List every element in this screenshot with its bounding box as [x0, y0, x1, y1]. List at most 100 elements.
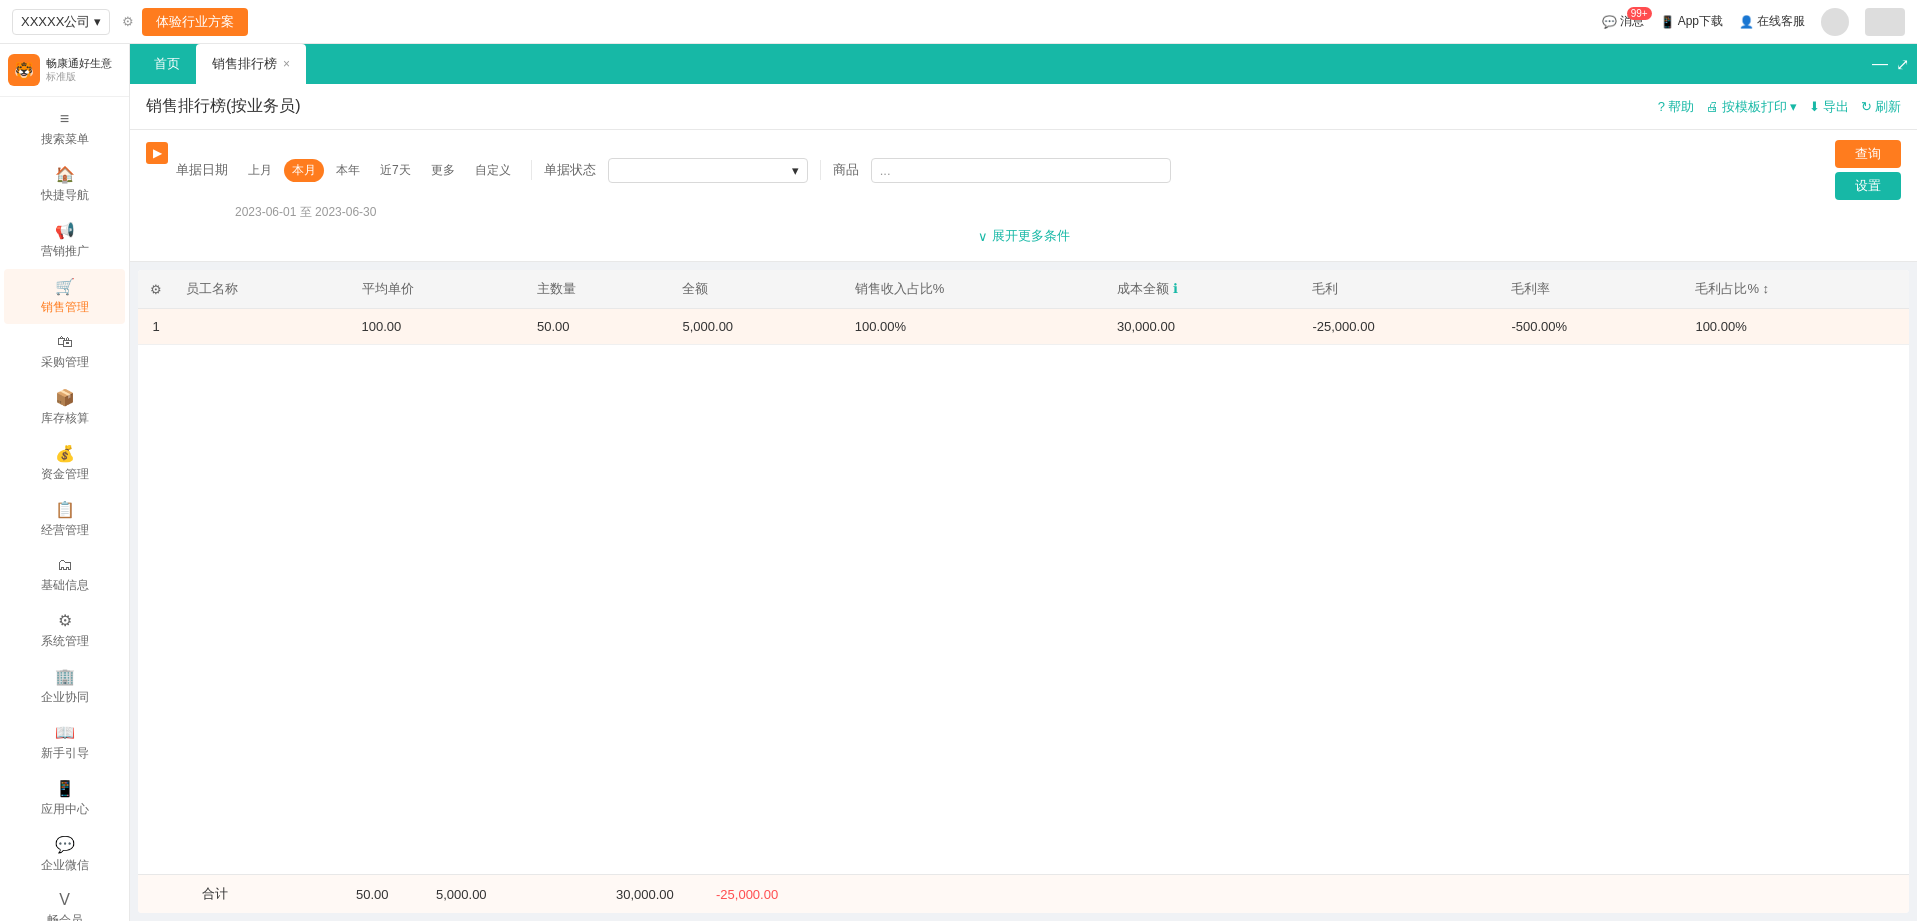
refresh-icon: ↻	[1861, 99, 1872, 114]
home-icon: 🏠	[55, 165, 75, 184]
logo-icon: 🐯	[8, 54, 40, 86]
maximize-icon[interactable]: ⤢	[1896, 55, 1909, 74]
cell-name	[174, 309, 350, 345]
status-selector[interactable]: ▾	[608, 158, 808, 183]
print-chevron-icon: ▾	[1790, 99, 1797, 114]
chevron-down-icon: ▾	[94, 14, 101, 29]
col-main-qty: 主数量	[525, 270, 670, 309]
table-body: 1 100.00 50.00 5,000.00 100.00% 30,000.0…	[138, 309, 1909, 345]
sidebar-item-finance[interactable]: 💰 资金管理	[4, 436, 125, 491]
col-gross-pct[interactable]: 毛利占比% ↕	[1683, 270, 1909, 309]
sidebar-label-inventory: 库存核算	[41, 410, 89, 427]
tab-close-icon[interactable]: ×	[283, 57, 290, 71]
header-settings-icon[interactable]: ⚙	[122, 14, 134, 29]
finance-icon: 💰	[55, 444, 75, 463]
marketing-icon: 📢	[55, 221, 75, 240]
refresh-btn[interactable]: ↻ 刷新	[1861, 98, 1901, 116]
filter-row-wrap: ▶ 单据日期 上月 本月 本年 近7天 更多 自定义	[146, 140, 1901, 221]
date-tab-last-month[interactable]: 上月	[240, 159, 280, 182]
apps-icon: 📱	[55, 779, 75, 798]
sidebar-label-apps: 应用中心	[41, 801, 89, 818]
avatar[interactable]	[1821, 8, 1849, 36]
goods-input[interactable]: ...	[871, 158, 1171, 183]
sidebar-item-apps[interactable]: 📱 应用中心	[4, 771, 125, 826]
guide-icon: 📖	[55, 723, 75, 742]
sidebar-item-purchase[interactable]: 🛍 采购管理	[4, 325, 125, 379]
status-label: 单据状态	[544, 161, 596, 179]
app-dl-label: App下载	[1678, 13, 1723, 30]
sidebar-label-member: 畅会员	[47, 912, 83, 921]
col-total: 全额	[670, 270, 842, 309]
minimize-icon[interactable]: —	[1872, 55, 1888, 74]
col-name: 员工名称	[174, 270, 350, 309]
sidebar-nav: ≡ 搜索菜单 🏠 快捷导航 📢 营销推广 🛒 销售管理 🛍 采购管理 📦	[0, 97, 129, 921]
export-btn[interactable]: ⬇ 导出	[1809, 98, 1849, 116]
sidebar-item-member[interactable]: V 畅会员	[4, 883, 125, 921]
message-btn[interactable]: 💬 消息 99+	[1602, 13, 1644, 30]
goods-label: 商品	[833, 161, 859, 179]
expand-more-row[interactable]: ∨ 展开更多条件	[146, 221, 1901, 251]
wechat-icon: 💬	[55, 835, 75, 854]
message-badge: 99+	[1627, 7, 1652, 20]
date-tab-more[interactable]: 更多	[423, 159, 463, 182]
online-service-btn[interactable]: 👤 在线客服	[1739, 13, 1805, 30]
action-btns: 查询 设置	[1835, 140, 1901, 200]
tab-label: 销售排行榜	[212, 55, 277, 73]
sidebar-label-search: 搜索菜单	[41, 131, 89, 148]
sidebar-item-enterprise[interactable]: 🏢 企业协同	[4, 659, 125, 714]
tab-bar: 首页 销售排行榜 × — ⤢	[130, 44, 1917, 84]
print-icon: 🖨	[1706, 99, 1719, 114]
print-btn[interactable]: 🖨 按模板打印 ▾	[1706, 98, 1797, 116]
content-area: 首页 销售排行榜 × — ⤢ 销售排行榜(按业务员) ? 帮助	[130, 44, 1917, 921]
col-gross-rate: 毛利率	[1499, 270, 1683, 309]
date-tab-this-year[interactable]: 本年	[328, 159, 368, 182]
date-tabs: 上月 本月 本年 近7天 更多 自定义	[240, 159, 519, 182]
cell-avg-price: 100.00	[350, 309, 526, 345]
goods-placeholder: ...	[880, 163, 891, 178]
footer-total: 5,000.00	[424, 887, 504, 902]
trial-btn[interactable]: 体验行业方案	[142, 8, 248, 36]
sidebar-item-inventory[interactable]: 📦 库存核算	[4, 380, 125, 435]
help-icon: ?	[1658, 99, 1665, 114]
col-settings[interactable]: ⚙	[138, 270, 174, 309]
filter-toggle-btn[interactable]: ▶	[146, 142, 168, 164]
help-btn[interactable]: ? 帮助	[1658, 98, 1694, 116]
date-label: 单据日期	[176, 161, 228, 179]
sidebar-item-basic[interactable]: 🗂 基础信息	[4, 548, 125, 602]
cell-main-qty: 50.00	[525, 309, 670, 345]
sidebar-item-shortcut[interactable]: 🏠 快捷导航	[4, 157, 125, 212]
data-table: ⚙ 员工名称 平均单价 主数量 全额 销售收入占比% 成本全额 ℹ 毛利 毛利率…	[138, 270, 1909, 345]
purchase-icon: 🛍	[57, 333, 73, 351]
download-icon: 📱	[1660, 15, 1675, 29]
search-menu-icon: ≡	[60, 110, 69, 128]
page-title: 销售排行榜(按业务员)	[146, 96, 301, 117]
sales-icon: 🛒	[55, 277, 75, 296]
member-icon: V	[59, 891, 70, 909]
date-tab-custom[interactable]: 自定义	[467, 159, 519, 182]
sort-icon: ↕	[1763, 281, 1770, 296]
date-range-row: 2023-06-01 至 2023-06-30	[176, 200, 1901, 221]
cost-info-icon[interactable]: ℹ	[1173, 281, 1178, 296]
query-btn[interactable]: 查询	[1835, 140, 1901, 168]
sidebar-item-operation[interactable]: 📋 经营管理	[4, 492, 125, 547]
logo-tag: 标准版	[46, 70, 112, 84]
date-tab-this-month[interactable]: 本月	[284, 159, 324, 182]
sidebar-item-marketing[interactable]: 📢 营销推广	[4, 213, 125, 268]
cell-gross-rate: -500.00%	[1499, 309, 1683, 345]
top-right-area: 💬 消息 99+ 📱 App下载 👤 在线客服	[1602, 8, 1905, 36]
date-tab-7days[interactable]: 近7天	[372, 159, 419, 182]
logo-area: 🐯 畅康通好生意 标准版	[0, 44, 129, 97]
sidebar-item-search[interactable]: ≡ 搜索菜单	[4, 102, 125, 156]
sidebar-item-wechat[interactable]: 💬 企业微信	[4, 827, 125, 882]
tab-home[interactable]: 首页	[138, 47, 196, 81]
app-download-btn[interactable]: 📱 App下载	[1660, 13, 1723, 30]
sidebar-item-sales[interactable]: 🛒 销售管理	[4, 269, 125, 324]
tab-sales-ranking[interactable]: 销售排行榜 ×	[196, 44, 306, 84]
sidebar-item-guide[interactable]: 📖 新手引导	[4, 715, 125, 770]
company-selector[interactable]: XXXXX公司 ▾	[12, 9, 110, 35]
filter-bar: ▶ 单据日期 上月 本月 本年 近7天 更多 自定义	[130, 130, 1917, 262]
sidebar-item-system[interactable]: ⚙ 系统管理	[4, 603, 125, 658]
user-menu[interactable]	[1865, 8, 1905, 36]
filter-divider-1	[531, 160, 532, 180]
settings-btn[interactable]: 设置	[1835, 172, 1901, 200]
